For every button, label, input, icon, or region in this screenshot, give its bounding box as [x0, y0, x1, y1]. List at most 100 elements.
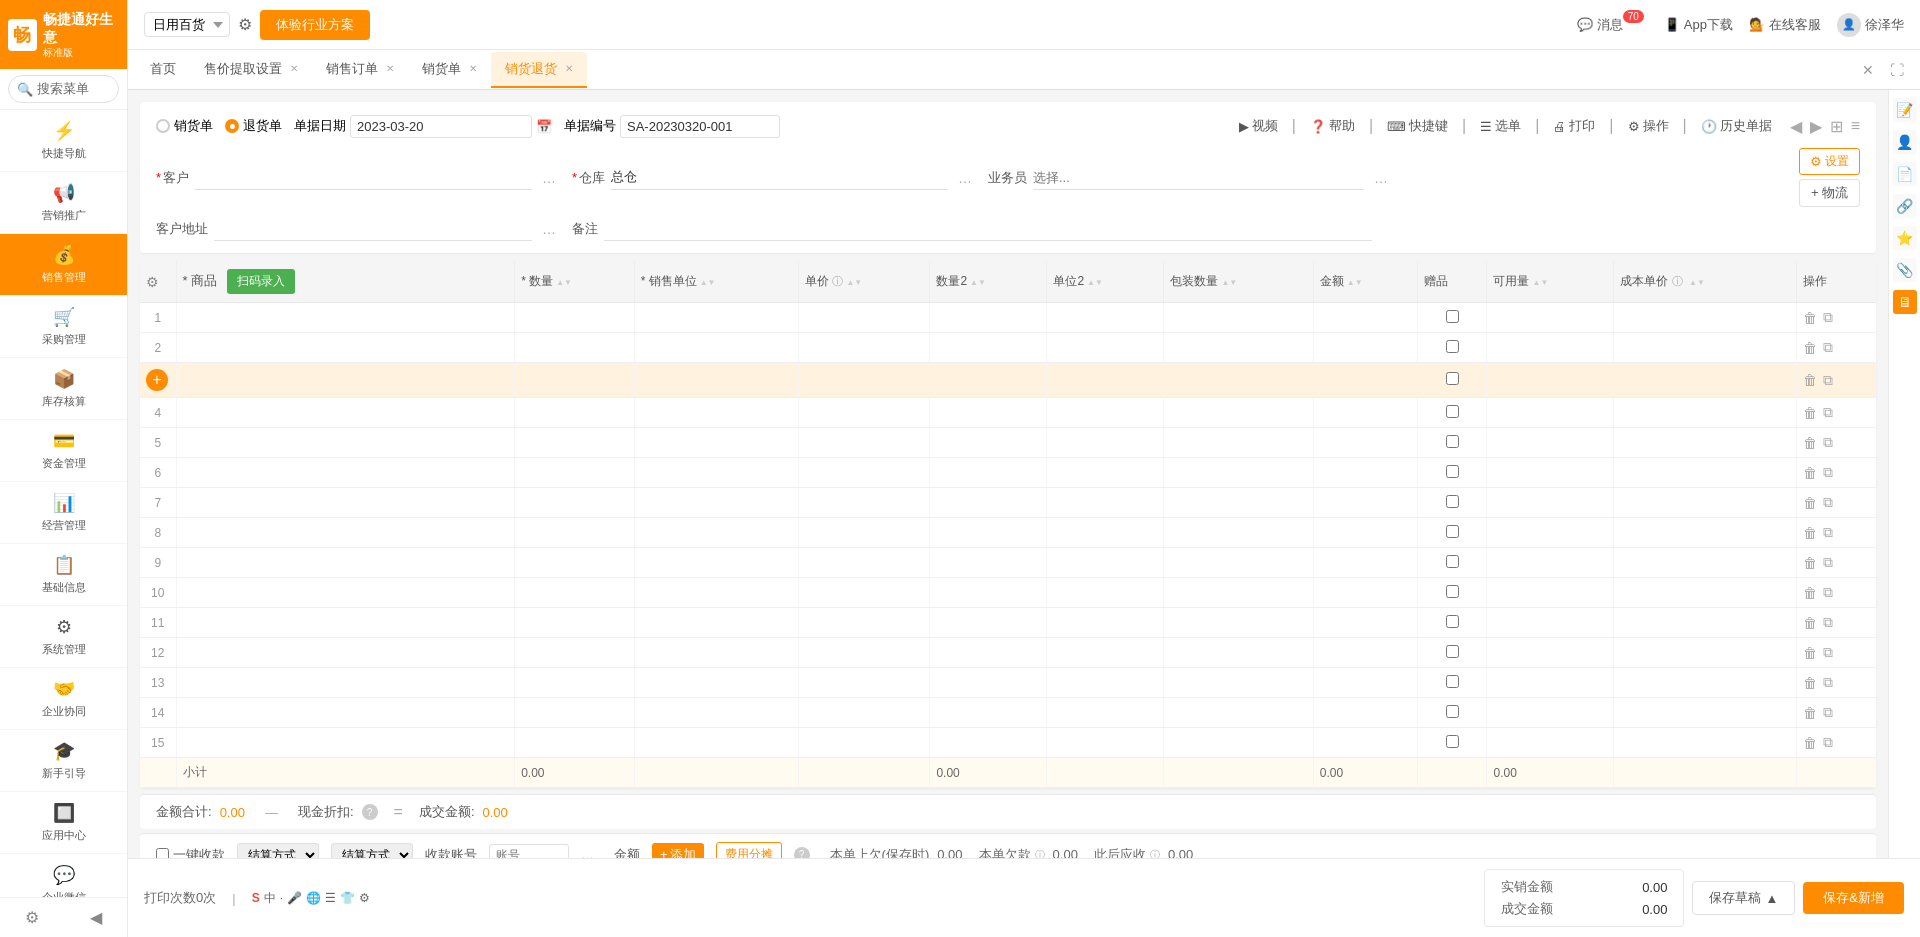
video-btn[interactable]: ▶ 视频 — [1233, 114, 1284, 138]
delete-icon-7[interactable]: 🗑 — [1803, 495, 1817, 511]
delete-icon-2[interactable]: 🗑 — [1803, 340, 1817, 356]
copy-icon-6[interactable]: ⧉ — [1823, 464, 1833, 481]
copy-icon-14[interactable]: ⧉ — [1823, 704, 1833, 721]
copy-icon-9[interactable]: ⧉ — [1823, 554, 1833, 571]
copy-icon-13[interactable]: ⧉ — [1823, 674, 1833, 691]
gift-checkbox-5[interactable] — [1446, 435, 1459, 448]
tab-sales-return[interactable]: 销货退货 ✕ — [491, 52, 587, 88]
shortcut-key-btn[interactable]: ⌨ 快捷键 — [1381, 114, 1454, 138]
sidebar-item-newbie[interactable]: 🎓 新手引导 — [0, 730, 127, 792]
sidebar-item-basic[interactable]: 📋 基础信息 — [0, 544, 127, 606]
payment-method-select[interactable]: 结算方式 — [237, 843, 319, 859]
select-order-btn[interactable]: ☰ 选单 — [1474, 114, 1527, 138]
unit2-sort-icon[interactable]: ▲▼ — [1087, 279, 1103, 287]
operation-btn[interactable]: ⚙ 操作 — [1622, 114, 1675, 138]
calendar-icon[interactable]: 📅 — [536, 119, 552, 134]
add-fee-btn[interactable]: + 添加 — [652, 843, 704, 859]
radio-sales[interactable]: 销货单 — [156, 117, 213, 135]
sidebar-item-apps[interactable]: 🔲 应用中心 — [0, 792, 127, 854]
gift-checkbox-1[interactable] — [1446, 310, 1459, 323]
staff-input[interactable] — [1033, 166, 1364, 190]
sidebar-item-finance[interactable]: 💳 资金管理 — [0, 420, 127, 482]
delete-icon-6[interactable]: 🗑 — [1803, 465, 1817, 481]
tab-close-sales-return[interactable]: ✕ — [565, 63, 573, 74]
delete-icon-9[interactable]: 🗑 — [1803, 555, 1817, 571]
sidebar-item-system[interactable]: ⚙ 系统管理 — [0, 606, 127, 668]
header-gear-icon[interactable]: ⚙ — [238, 15, 252, 34]
note-input[interactable] — [604, 217, 1372, 241]
customer-input[interactable] — [195, 166, 532, 190]
sidebar-item-enterprise[interactable]: 🤝 企业协同 — [0, 668, 127, 730]
copy-icon-4[interactable]: ⧉ — [1823, 404, 1833, 421]
delete-icon-3[interactable]: 🗑 — [1803, 372, 1817, 388]
right-panel-btn-4[interactable]: 🔗 — [1893, 194, 1917, 218]
copy-icon-1[interactable]: ⧉ — [1823, 309, 1833, 326]
tab-close-price-set[interactable]: ✕ — [290, 63, 298, 74]
sidebar-item-shortcut[interactable]: ⚡ 快捷导航 — [0, 110, 127, 172]
gift-checkbox-6[interactable] — [1446, 465, 1459, 478]
copy-icon-8[interactable]: ⧉ — [1823, 524, 1833, 541]
table-settings-icon[interactable]: ⚙ — [146, 274, 159, 290]
tab-close-sales-order[interactable]: ✕ — [386, 63, 394, 74]
maximize-button[interactable]: ⛶ — [1882, 58, 1912, 82]
gift-checkbox-7[interactable] — [1446, 495, 1459, 508]
right-panel-btn-2[interactable]: 👤 — [1893, 130, 1917, 154]
delete-icon-13[interactable]: 🗑 — [1803, 675, 1817, 691]
sidebar-item-inventory[interactable]: 📦 库存核算 — [0, 358, 127, 420]
calc-method-select[interactable]: 结算方式 — [331, 843, 413, 859]
close-all-tabs-button[interactable]: ✕ — [1854, 58, 1882, 82]
right-panel-btn-7[interactable]: 🖥 — [1893, 290, 1917, 314]
address-input[interactable] — [214, 217, 532, 241]
gift-checkbox-14[interactable] — [1446, 705, 1459, 718]
scan-btn[interactable]: 扫码录入 — [227, 269, 295, 294]
tab-sales-out[interactable]: 销货单 ✕ — [408, 52, 491, 88]
cash-discount-help-icon[interactable]: ? — [362, 804, 378, 820]
history-btn[interactable]: 🕐 历史单据 — [1695, 114, 1778, 138]
gift-checkbox-10[interactable] — [1446, 585, 1459, 598]
settings-btn[interactable]: ⚙ 设置 — [1799, 148, 1860, 175]
sidebar-collapse-icon[interactable]: ◀ — [90, 908, 102, 927]
gift-checkbox-13[interactable] — [1446, 675, 1459, 688]
radio-return[interactable]: 退货单 — [225, 117, 282, 135]
delete-icon-11[interactable]: 🗑 — [1803, 615, 1817, 631]
right-panel-btn-3[interactable]: 📄 — [1893, 162, 1917, 186]
save-draft-btn[interactable]: 保存草稿 ▲ — [1692, 881, 1795, 915]
header-message[interactable]: 💬 消息 70 — [1577, 16, 1648, 34]
sidebar-settings-icon[interactable]: ⚙ — [25, 908, 39, 927]
product-input-3[interactable] — [183, 373, 509, 388]
help-btn[interactable]: ❓ 帮助 — [1304, 114, 1361, 138]
sidebar-item-sales[interactable]: 💰 销售管理 — [0, 234, 127, 296]
sidebar-item-purchase[interactable]: 🛒 采购管理 — [0, 296, 127, 358]
warehouse-select-icon[interactable]: … — [958, 170, 972, 186]
logistics-btn[interactable]: + 物流 — [1799, 179, 1860, 207]
product-cell-3[interactable] — [176, 363, 515, 398]
delete-icon-14[interactable]: 🗑 — [1803, 705, 1817, 721]
copy-icon-3[interactable]: ⧉ — [1823, 372, 1833, 389]
gift-checkbox-15[interactable] — [1446, 735, 1459, 748]
right-panel-btn-5[interactable]: ⭐ — [1893, 226, 1917, 250]
sidebar-item-operations[interactable]: 📊 经营管理 — [0, 482, 127, 544]
doc-num-input[interactable] — [620, 115, 780, 138]
customer-select-icon[interactable]: … — [542, 170, 556, 186]
experience-btn[interactable]: 体验行业方案 — [260, 10, 370, 40]
delete-icon-8[interactable]: 🗑 — [1803, 525, 1817, 541]
fee-split-btn[interactable]: 费用分摊 — [716, 842, 782, 858]
header-app-download[interactable]: 📱 App下载 — [1664, 16, 1733, 34]
delete-icon-15[interactable]: 🗑 — [1803, 735, 1817, 751]
account-select-icon[interactable]: … — [581, 847, 594, 858]
sidebar-item-wechat[interactable]: 💬 企业微信 — [0, 854, 127, 897]
print-btn[interactable]: 🖨 打印 — [1547, 114, 1601, 138]
gift-checkbox-3[interactable] — [1446, 372, 1459, 385]
account-input[interactable] — [489, 844, 569, 859]
right-panel-btn-1[interactable]: 📝 — [1893, 98, 1917, 122]
available-sort-icon[interactable]: ▲▼ — [1532, 279, 1548, 287]
nav-next-icon[interactable]: ▶ — [1810, 117, 1822, 136]
delete-icon-12[interactable]: 🗑 — [1803, 645, 1817, 661]
copy-icon-5[interactable]: ⧉ — [1823, 434, 1833, 451]
delete-icon-1[interactable]: 🗑 — [1803, 310, 1817, 326]
amount-sort-icon[interactable]: ▲▼ — [1347, 279, 1363, 287]
list-view-icon[interactable]: ≡ — [1851, 117, 1860, 135]
delete-icon-5[interactable]: 🗑 — [1803, 435, 1817, 451]
gift-checkbox-12[interactable] — [1446, 645, 1459, 658]
delete-icon-10[interactable]: 🗑 — [1803, 585, 1817, 601]
